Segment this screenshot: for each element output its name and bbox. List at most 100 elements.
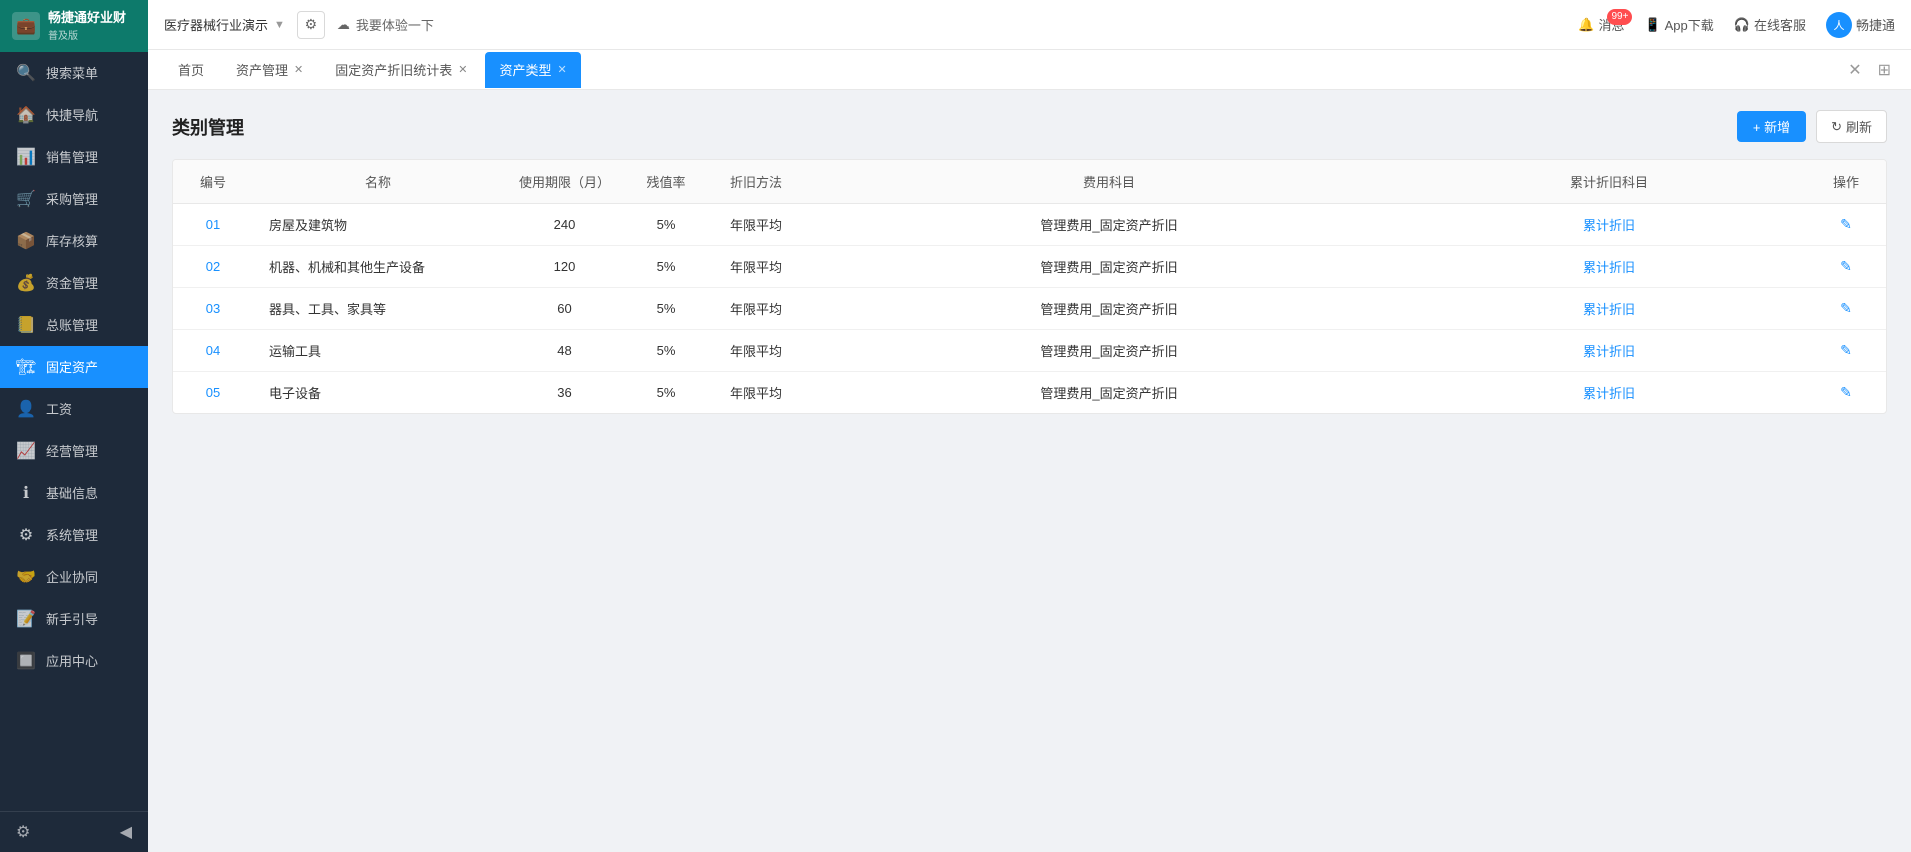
- row-no-link[interactable]: 04: [206, 343, 220, 358]
- row-no-link[interactable]: 02: [206, 259, 220, 274]
- cell-expense: 管理费用_固定资产折旧: [806, 372, 1412, 414]
- customer-service-button[interactable]: 🎧 在线客服: [1734, 15, 1806, 34]
- app-name: 畅捷通好业财: [48, 10, 126, 27]
- sidebar-item-capital[interactable]: 💰 资金管理: [0, 262, 148, 304]
- sidebar-item-quick-nav[interactable]: 🏠 快捷导航: [0, 94, 148, 136]
- sidebar-item-label: 应用中心: [46, 651, 98, 670]
- sidebar-item-guide[interactable]: 📝 新手引导: [0, 598, 148, 640]
- col-header-no: 编号: [173, 160, 253, 204]
- refresh-button[interactable]: ↻ 刷新: [1816, 110, 1887, 143]
- experience-button[interactable]: ☁ 我要体验一下: [337, 15, 434, 34]
- edit-icon[interactable]: ✎: [1840, 342, 1852, 358]
- footer-settings-icon[interactable]: ⚙: [16, 822, 30, 842]
- accumulated-link[interactable]: 累计折旧: [1583, 218, 1635, 233]
- app-download-label: App下载: [1665, 15, 1714, 34]
- tab-asset-management[interactable]: 资产管理 ✕: [222, 52, 317, 88]
- tabs-window-controls: ✕ ⊞: [1844, 58, 1895, 82]
- cell-method: 年限平均: [706, 246, 806, 288]
- sidebar-item-basic-info[interactable]: ℹ 基础信息: [0, 472, 148, 514]
- tab-depreciation-table[interactable]: 固定资产折旧统计表 ✕: [321, 52, 481, 88]
- notifications-badge: 99+: [1607, 9, 1632, 25]
- sidebar-item-label: 资金管理: [46, 273, 98, 292]
- cell-method: 年限平均: [706, 372, 806, 414]
- cell-action: ✎: [1806, 246, 1886, 288]
- sidebar-item-sales[interactable]: 📊 销售管理: [0, 136, 148, 178]
- refresh-icon: ↻: [1831, 119, 1842, 135]
- sidebar-item-label: 新手引导: [46, 609, 98, 628]
- app-download-button[interactable]: 📱 App下载: [1644, 15, 1713, 34]
- sidebar-item-label: 固定资产: [46, 357, 98, 376]
- row-no-link[interactable]: 01: [206, 217, 220, 232]
- tab-close-window-icon[interactable]: ✕: [1844, 58, 1865, 82]
- cell-accumulated: 累计折旧: [1412, 372, 1806, 414]
- sidebar-item-label: 采购管理: [46, 189, 98, 208]
- cell-rate: 5%: [626, 330, 706, 372]
- cell-expense: 管理费用_固定资产折旧: [806, 288, 1412, 330]
- data-table: 编号 名称 使用期限（月） 残值率 折旧方法 费用科目 累计折旧科目 操作 01…: [172, 159, 1887, 414]
- page-title: 类别管理: [172, 114, 244, 140]
- col-header-action: 操作: [1806, 160, 1886, 204]
- sidebar-item-operations[interactable]: 📈 经营管理: [0, 430, 148, 472]
- cell-period: 36: [503, 372, 626, 414]
- row-no-link[interactable]: 03: [206, 301, 220, 316]
- accumulated-link[interactable]: 累计折旧: [1583, 386, 1635, 401]
- sidebar-item-payroll[interactable]: 👤 工资: [0, 388, 148, 430]
- topbar-right-section: 🔔 消息 99+ 📱 App下载 🎧 在线客服 人 畅捷通: [1578, 12, 1895, 38]
- sidebar-item-purchase[interactable]: 🛒 采购管理: [0, 178, 148, 220]
- system-icon: ⚙: [16, 525, 36, 545]
- sidebar-item-label: 库存核算: [46, 231, 98, 250]
- sidebar-item-label: 系统管理: [46, 525, 98, 544]
- sidebar-item-label: 销售管理: [46, 147, 98, 166]
- accumulated-link[interactable]: 累计折旧: [1583, 302, 1635, 317]
- tab-close-icon[interactable]: ✕: [558, 63, 567, 76]
- tab-expand-icon[interactable]: ⊞: [1874, 58, 1895, 82]
- col-header-method: 折旧方法: [706, 160, 806, 204]
- edit-icon[interactable]: ✎: [1840, 258, 1852, 274]
- sidebar-item-fixed-assets[interactable]: 🏗 固定资产: [0, 346, 148, 388]
- topbar: 医疗器械行业演示 ▼ ⚙ ☁ 我要体验一下 🔔 消息 99+ 📱 App下载 🎧…: [148, 0, 1911, 50]
- sidebar-item-label: 工资: [46, 399, 72, 418]
- sidebar-item-ledger[interactable]: 📒 总账管理: [0, 304, 148, 346]
- table-row: 01 房屋及建筑物 240 5% 年限平均 管理费用_固定资产折旧 累计折旧 ✎: [173, 204, 1886, 246]
- edit-icon[interactable]: ✎: [1840, 300, 1852, 316]
- cell-no: 01: [173, 204, 253, 246]
- sidebar-item-label: 企业协同: [46, 567, 98, 586]
- col-header-name: 名称: [253, 160, 503, 204]
- tab-asset-management-label: 资产管理: [236, 60, 288, 79]
- cell-accumulated: 累计折旧: [1412, 204, 1806, 246]
- edit-icon[interactable]: ✎: [1840, 216, 1852, 232]
- notifications-button[interactable]: 🔔 消息 99+: [1578, 15, 1624, 34]
- tab-home[interactable]: 首页: [164, 52, 218, 88]
- sidebar-item-app-center[interactable]: 🔲 应用中心: [0, 640, 148, 682]
- cell-rate: 5%: [626, 204, 706, 246]
- cell-expense: 管理费用_固定资产折旧: [806, 246, 1412, 288]
- sidebar-collapse-icon[interactable]: ◀: [120, 822, 132, 842]
- ledger-icon: 📒: [16, 315, 36, 335]
- row-no-link[interactable]: 05: [206, 385, 220, 400]
- sidebar-item-search[interactable]: 🔍 搜索菜单: [0, 52, 148, 94]
- cell-period: 60: [503, 288, 626, 330]
- new-button[interactable]: + 新增: [1737, 111, 1806, 142]
- cell-expense: 管理费用_固定资产折旧: [806, 204, 1412, 246]
- cell-period: 120: [503, 246, 626, 288]
- cell-name: 机器、机械和其他生产设备: [253, 246, 503, 288]
- settings-button[interactable]: ⚙: [297, 11, 325, 39]
- edit-icon[interactable]: ✎: [1840, 384, 1852, 400]
- app-edition: 普及版: [48, 27, 126, 42]
- tab-close-icon[interactable]: ✕: [458, 63, 467, 76]
- accumulated-link[interactable]: 累计折旧: [1583, 260, 1635, 275]
- cell-name: 器具、工具、家具等: [253, 288, 503, 330]
- sidebar-item-system[interactable]: ⚙ 系统管理: [0, 514, 148, 556]
- dropdown-arrow-icon: ▼: [274, 19, 285, 31]
- demo-selector[interactable]: 医疗器械行业演示 ▼: [164, 15, 285, 34]
- user-label: 畅捷通: [1856, 15, 1895, 34]
- accumulated-link[interactable]: 累计折旧: [1583, 344, 1635, 359]
- tab-asset-type[interactable]: 资产类型 ✕: [485, 52, 580, 88]
- sidebar-item-inventory[interactable]: 📦 库存核算: [0, 220, 148, 262]
- inventory-icon: 📦: [16, 231, 36, 251]
- user-menu[interactable]: 人 畅捷通: [1826, 12, 1895, 38]
- refresh-label: 刷新: [1846, 117, 1872, 136]
- sidebar-item-enterprise[interactable]: 🤝 企业协同: [0, 556, 148, 598]
- cell-action: ✎: [1806, 330, 1886, 372]
- tab-close-icon[interactable]: ✕: [294, 63, 303, 76]
